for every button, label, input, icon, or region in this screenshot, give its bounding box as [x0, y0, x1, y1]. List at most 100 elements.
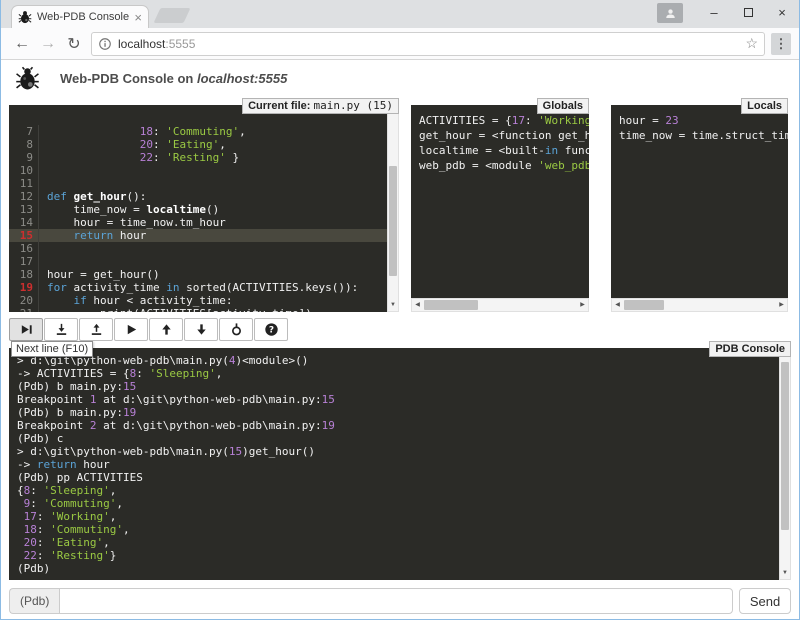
maximize-button[interactable]	[731, 0, 765, 24]
code-text: hour = time_now.tm_hour	[39, 216, 226, 229]
code-line: 13 time_now = localtime()	[9, 203, 387, 216]
browser-menu-icon[interactable]: ⋮	[771, 33, 791, 55]
code-editor: 7 18: 'Commuting',8 20: 'Eating',9 22: '…	[9, 105, 387, 312]
line-number[interactable]: 16	[9, 242, 39, 255]
code-text	[39, 177, 47, 190]
line-number[interactable]: 12	[9, 190, 39, 203]
new-tab-button[interactable]	[154, 8, 191, 23]
scroll-right-icon[interactable]: ▶	[577, 299, 588, 311]
command-input[interactable]	[59, 588, 733, 614]
scroll-right-icon[interactable]: ▶	[776, 299, 787, 311]
line-number[interactable]: 7	[9, 125, 39, 138]
code-text: 20: 'Eating',	[39, 138, 226, 151]
code-line: 10	[9, 164, 387, 177]
line-number[interactable]: 14	[9, 216, 39, 229]
next-line-button[interactable]	[9, 318, 43, 341]
line-number[interactable]: 13	[9, 203, 39, 216]
scroll-left-icon[interactable]: ◀	[412, 299, 423, 311]
current-file-badge: Current file: main.py (15)	[242, 98, 399, 114]
reload-icon[interactable]: ↻	[61, 34, 87, 54]
current-file-name: main.py (15)	[314, 99, 393, 112]
console-line: 20: 'Eating',	[9, 536, 779, 549]
code-line: 11	[9, 177, 387, 190]
breakpoint-line-number[interactable]: 19	[9, 281, 39, 294]
code-text: 18: 'Commuting',	[39, 125, 246, 138]
page-info-icon[interactable]	[98, 37, 112, 51]
code-text: def get_hour():	[39, 190, 146, 203]
line-number[interactable]: 9	[9, 151, 39, 164]
where-button[interactable]	[219, 318, 253, 341]
code-text: time_now = localtime()	[39, 203, 219, 216]
console-line: (Pdb) b main.py:19	[9, 406, 779, 419]
browser-tab[interactable]: Web-PDB Console on lo ×	[11, 5, 149, 28]
send-button[interactable]: Send	[739, 588, 791, 614]
back-icon[interactable]: ←	[9, 35, 35, 53]
address-bar[interactable]: localhost:5555 ☆	[91, 32, 765, 56]
code-line: 8 20: 'Eating',	[9, 138, 387, 151]
console-line: (Pdb) c	[9, 432, 779, 445]
close-button[interactable]: ×	[765, 0, 799, 24]
scroll-down-icon[interactable]: ▼	[780, 568, 790, 579]
line-number[interactable]: 11	[9, 177, 39, 190]
up-button[interactable]	[149, 318, 183, 341]
down-button[interactable]	[184, 318, 218, 341]
up-icon	[159, 322, 174, 337]
forward-icon[interactable]: →	[35, 35, 61, 53]
locals-horizontal-scrollbar[interactable]: ◀ ▶	[611, 298, 788, 312]
globals-horizontal-scrollbar[interactable]: ◀ ▶	[411, 298, 589, 312]
globals-line: localtime = <built-in function localt	[411, 141, 589, 156]
step-into-button[interactable]	[44, 318, 78, 341]
svg-text:?: ?	[268, 326, 273, 336]
code-line: 7 18: 'Commuting',	[9, 125, 387, 138]
help-button[interactable]: ?	[254, 318, 288, 341]
globals-badge: Globals	[537, 98, 589, 114]
code-text	[39, 255, 47, 268]
code-text: hour = get_hour()	[39, 268, 160, 281]
line-number[interactable]: 17	[9, 255, 39, 268]
console-line: -> return hour	[9, 458, 779, 471]
console-line: Breakpoint 1 at d:\git\python-web-pdb\ma…	[9, 393, 779, 406]
tab-title: Web-PDB Console on lo	[37, 11, 132, 23]
line-number[interactable]: 8	[9, 138, 39, 151]
pdb-console-badge: PDB Console	[709, 341, 791, 357]
code-line: 14 hour = time_now.tm_hour	[9, 216, 387, 229]
pdb-console-output: > d:\git\python-web-pdb\main.py(4)<modul…	[9, 348, 779, 580]
tab-close-icon[interactable]: ×	[134, 11, 142, 24]
debugger-toolbar: ?	[9, 318, 289, 341]
console-line: 18: 'Commuting',	[9, 523, 779, 536]
code-text: 22: 'Resting' }	[39, 151, 239, 164]
console-line: 9: 'Commuting',	[9, 497, 779, 510]
address-toolbar: ← → ↻ localhost:5555 ☆ ⋮	[1, 28, 799, 60]
web-pdb-page: Web-PDB Console on localhost:5555 Curren…	[1, 60, 799, 619]
code-vertical-scrollbar[interactable]: ▲ ▼	[387, 105, 399, 312]
continue-button[interactable]	[114, 318, 148, 341]
next-line-icon	[19, 322, 34, 337]
window-controls: – ×	[657, 0, 799, 28]
console-line: > d:\git\python-web-pdb\main.py(4)<modul…	[9, 354, 779, 367]
code-text: return hour	[39, 229, 146, 242]
minimize-button[interactable]: –	[697, 0, 731, 24]
bug-favicon-icon	[18, 10, 32, 24]
step-out-icon	[89, 322, 104, 337]
step-out-button[interactable]	[79, 318, 113, 341]
console-line: (Pdb) pp ACTIVITIES	[9, 471, 779, 484]
line-number[interactable]: 10	[9, 164, 39, 177]
scroll-left-icon[interactable]: ◀	[612, 299, 623, 311]
bookmark-star-icon[interactable]: ☆	[745, 35, 758, 52]
globals-line: web_pdb = <module 'web_pdb' from 'd	[411, 156, 589, 171]
locals-line: time_now = time.struct_time(tm_year	[611, 126, 788, 141]
line-number[interactable]: 18	[9, 268, 39, 281]
line-number[interactable]: 21	[9, 307, 39, 312]
scroll-down-icon[interactable]: ▼	[388, 300, 398, 311]
console-line: > d:\git\python-web-pdb\main.py(15)get_h…	[9, 445, 779, 458]
help-icon: ?	[264, 322, 279, 337]
locals-view: hour = 23time_now = time.struct_time(tm_…	[611, 105, 788, 298]
console-line: Breakpoint 2 at d:\git\python-web-pdb\ma…	[9, 419, 779, 432]
profile-button[interactable]	[657, 3, 683, 23]
app-header: Web-PDB Console on localhost:5555	[15, 66, 287, 91]
console-vertical-scrollbar[interactable]: ▲ ▼	[779, 348, 791, 580]
code-line: 20 if hour < activity_time:	[9, 294, 387, 307]
line-number[interactable]: 20	[9, 294, 39, 307]
breakpoint-line-number[interactable]: 15	[9, 229, 39, 242]
console-line: 22: 'Resting'}	[9, 549, 779, 562]
